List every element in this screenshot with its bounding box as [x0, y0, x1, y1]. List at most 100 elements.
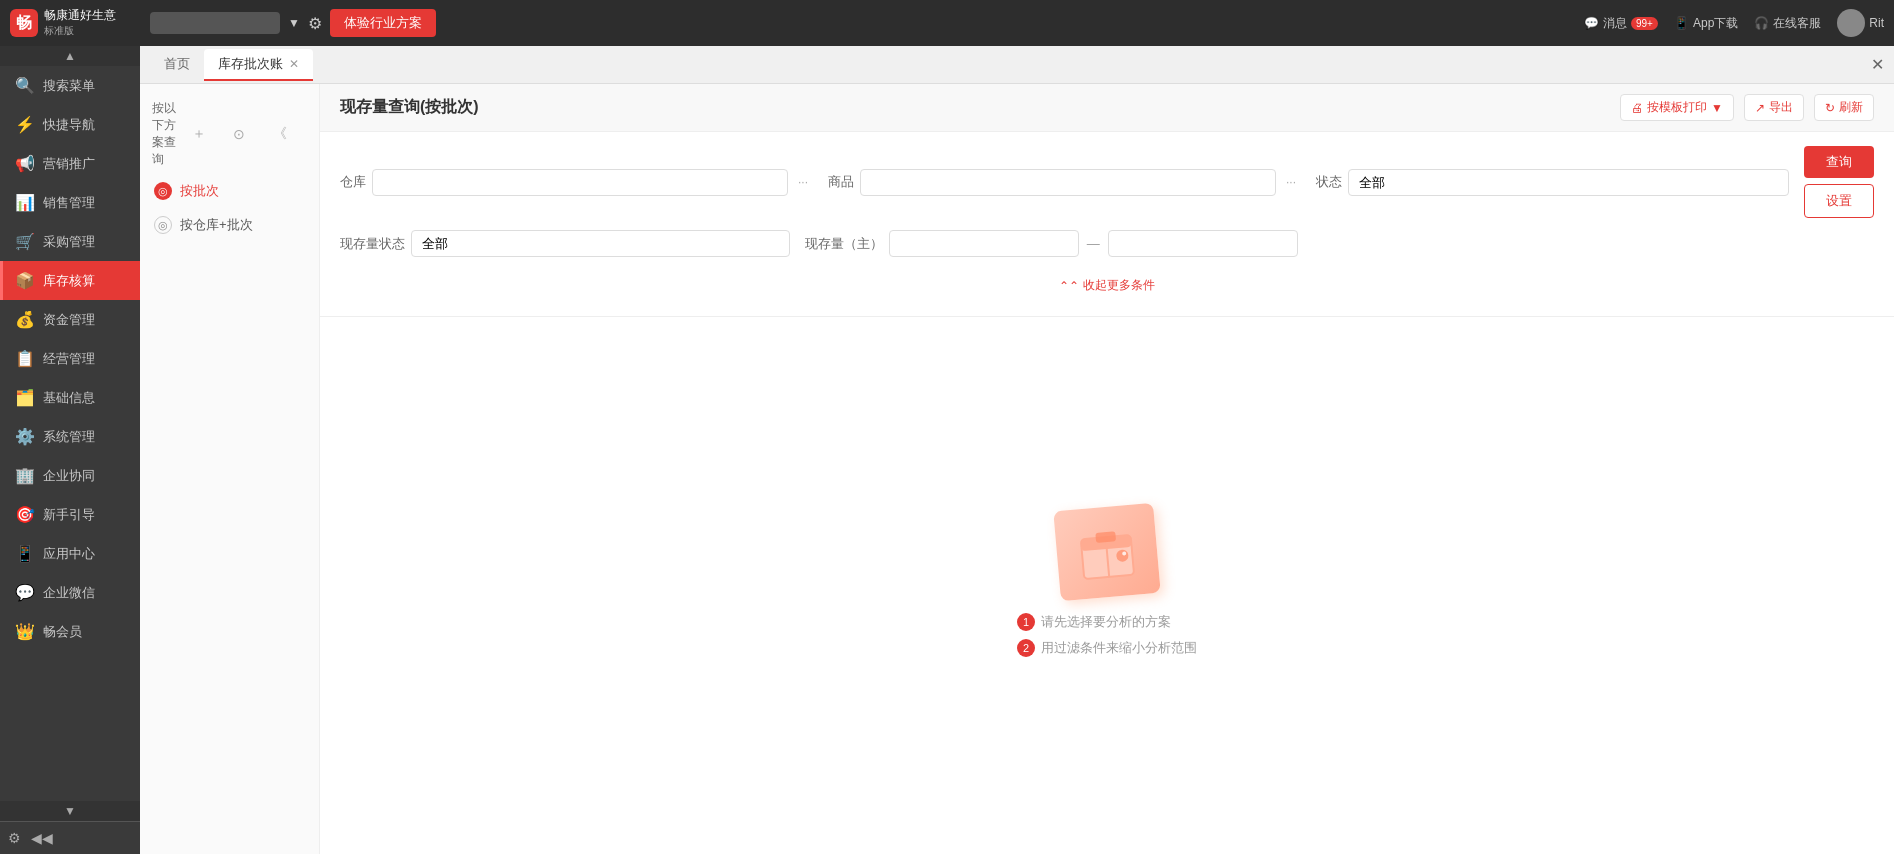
sidebar-item-newguide[interactable]: 🎯 新手引导 — [0, 495, 140, 534]
message-icon: 💬 — [1584, 16, 1599, 30]
sidebar-bottom: ⚙ ◀◀ — [0, 821, 140, 854]
building-icon: 🏢 — [15, 466, 35, 485]
sidebar-collapse-icon[interactable]: ◀◀ — [31, 830, 53, 846]
tab-home[interactable]: 首页 — [150, 49, 204, 81]
range-dash: — — [1087, 236, 1100, 251]
sidebar-scroll-down[interactable]: ▼ — [0, 801, 140, 821]
product-label: 商品 — [828, 173, 854, 191]
empty-hint-1: 1 请先选择要分析的方案 — [1017, 613, 1197, 631]
topbar: 畅 畅康通好生意 标准版 ▼ ⚙ 体验行业方案 💬 消息 99+ 📱 App下载… — [0, 0, 1894, 46]
sidebar-item-wechat[interactable]: 💬 企业微信 — [0, 573, 140, 612]
sidebar-label-finance: 资金管理 — [43, 311, 95, 329]
warehouse-input[interactable] — [372, 169, 788, 196]
status-filter: 状态 全部 正常 停用 ▼ — [1316, 169, 1788, 196]
export-button[interactable]: ↗ 导出 — [1744, 94, 1804, 121]
tab-close-icon[interactable]: ✕ — [289, 57, 299, 71]
tab-home-label: 首页 — [164, 56, 190, 71]
stock-status-select[interactable]: 全部 — [411, 230, 790, 257]
status-select-wrap: 全部 正常 停用 — [1348, 169, 1789, 196]
sidebar-item-inventory[interactable]: 📦 库存核算 — [0, 261, 140, 300]
sidebar-settings-icon[interactable]: ⚙ — [8, 830, 21, 846]
sidebar-item-marketing[interactable]: 📢 营销推广 — [0, 144, 140, 183]
sidebar-item-quicknav[interactable]: ⚡ 快捷导航 — [0, 105, 140, 144]
warehouse-more-icon[interactable]: ··· — [794, 175, 812, 189]
collapse-row[interactable]: ⌃⌃ 收起更多条件 — [340, 269, 1874, 302]
folder-icon: 🗂️ — [15, 388, 35, 407]
sidebar-item-finance[interactable]: 💰 资金管理 — [0, 300, 140, 339]
sidebar-item-operations[interactable]: 📋 经营管理 — [0, 339, 140, 378]
filter-area: 仓库 ··· 商品 ··· 状态 — [320, 132, 1894, 317]
main-layout: ▲ 🔍 搜索菜单 ⚡ 快捷导航 📢 营销推广 📊 销售管理 🛒 采购管理 — [0, 46, 1894, 854]
scheme-by-warehouse-batch[interactable]: ◎ 按仓库+批次 — [140, 208, 319, 242]
headset-icon: 🎧 — [1754, 16, 1769, 30]
filter-row-1: 仓库 ··· 商品 ··· 状态 — [340, 146, 1874, 218]
logo: 畅 畅康通好生意 标准版 — [10, 8, 150, 38]
sidebar-label-basic: 基础信息 — [43, 389, 95, 407]
add-scheme-icon[interactable]: ＋ — [192, 125, 226, 143]
chart-icon: 📊 — [15, 193, 35, 212]
tab-inventory-batch-label: 库存批次账 — [218, 55, 283, 73]
message-label: 消息 — [1603, 15, 1627, 32]
hint-text-1: 请先选择要分析的方案 — [1041, 613, 1171, 631]
stock-status-select-wrap: 全部 — [411, 230, 790, 257]
app-edition: 标准版 — [44, 24, 116, 38]
filter-settings-button[interactable]: 设置 — [1804, 184, 1874, 218]
sidebar-item-apps[interactable]: 📱 应用中心 — [0, 534, 140, 573]
tab-inventory-batch[interactable]: 库存批次账 ✕ — [204, 49, 313, 81]
sidebar-item-member[interactable]: 👑 畅会员 — [0, 612, 140, 651]
sidebar-label-quicknav: 快捷导航 — [43, 116, 95, 134]
stock-main-max-input[interactable] — [1108, 230, 1298, 257]
nav-dropdown-icon[interactable]: ▼ — [288, 16, 300, 30]
stock-status-filter: 现存量状态 全部 ▼ — [340, 230, 789, 257]
sidebar-item-enterprise[interactable]: 🏢 企业协同 — [0, 456, 140, 495]
username: Rit — [1869, 16, 1884, 30]
sidebar-label-newguide: 新手引导 — [43, 506, 95, 524]
trial-button[interactable]: 体验行业方案 — [330, 9, 436, 37]
megaphone-icon: 📢 — [15, 154, 35, 173]
message-button[interactable]: 💬 消息 99+ — [1584, 15, 1658, 32]
sidebar-item-search[interactable]: 🔍 搜索菜单 — [0, 66, 140, 105]
online-service-label: 在线客服 — [1773, 15, 1821, 32]
empty-icon-wrap — [1057, 507, 1157, 597]
settings-icon[interactable]: ⚙ — [308, 14, 322, 33]
print-dropdown-icon[interactable]: ▼ — [1711, 101, 1723, 115]
sidebar-items: 🔍 搜索菜单 ⚡ 快捷导航 📢 营销推广 📊 销售管理 🛒 采购管理 📦 — [0, 66, 140, 801]
product-input[interactable] — [860, 169, 1276, 196]
status-select[interactable]: 全部 正常 停用 — [1348, 169, 1789, 196]
topbar-nav: ▼ ⚙ 体验行业方案 — [150, 9, 1584, 37]
content-area: 首页 库存批次账 ✕ ✕ 按以下方案查询 ＋ ⊙ 《 ◎ 按批次 — [140, 46, 1894, 854]
target-icon: 🎯 — [15, 505, 35, 524]
scheme-by-batch-label: 按批次 — [180, 182, 219, 200]
hint-text-2: 用过滤条件来缩小分析范围 — [1041, 639, 1197, 657]
print-label: 按模板打印 — [1647, 99, 1707, 116]
product-more-icon[interactable]: ··· — [1282, 175, 1300, 189]
panel-close-button[interactable]: ✕ — [1871, 55, 1884, 74]
scheme-settings-icon[interactable]: ⊙ — [233, 126, 267, 142]
scheme-by-batch[interactable]: ◎ 按批次 — [140, 174, 319, 208]
refresh-button[interactable]: ↻ 刷新 — [1814, 94, 1874, 121]
online-service-button[interactable]: 🎧 在线客服 — [1754, 15, 1821, 32]
search-input[interactable] — [150, 12, 280, 34]
sidebar-item-purchase[interactable]: 🛒 采购管理 — [0, 222, 140, 261]
query-button[interactable]: 查询 — [1804, 146, 1874, 178]
hint-num-2: 2 — [1017, 639, 1035, 657]
warehouse-filter: 仓库 ··· — [340, 169, 812, 196]
sidebar-item-system[interactable]: ⚙️ 系统管理 — [0, 417, 140, 456]
sidebar-scroll-up[interactable]: ▲ — [0, 46, 140, 66]
sidebar-label-apps: 应用中心 — [43, 545, 95, 563]
scheme-by-warehouse-batch-label: 按仓库+批次 — [180, 216, 253, 234]
print-button[interactable]: 🖨 按模板打印 ▼ — [1620, 94, 1734, 121]
empty-hints: 1 请先选择要分析的方案 2 用过滤条件来缩小分析范围 — [1017, 613, 1197, 665]
sidebar-item-basic[interactable]: 🗂️ 基础信息 — [0, 378, 140, 417]
box-icon: 📦 — [15, 271, 35, 290]
stock-main-filter: 现存量（主） — — [805, 230, 1254, 257]
sidebar-item-sales[interactable]: 📊 销售管理 — [0, 183, 140, 222]
collapse-left-icon[interactable]: 《 — [273, 125, 307, 143]
app-download-button[interactable]: 📱 App下载 — [1674, 15, 1738, 32]
stock-main-label: 现存量（主） — [805, 235, 883, 253]
stock-main-min-input[interactable] — [889, 230, 1079, 257]
user-avatar-area[interactable]: Rit — [1837, 9, 1884, 37]
empty-state: 1 请先选择要分析的方案 2 用过滤条件来缩小分析范围 — [320, 317, 1894, 854]
message-badge: 99+ — [1631, 17, 1658, 30]
logo-icon: 畅 — [10, 9, 38, 37]
